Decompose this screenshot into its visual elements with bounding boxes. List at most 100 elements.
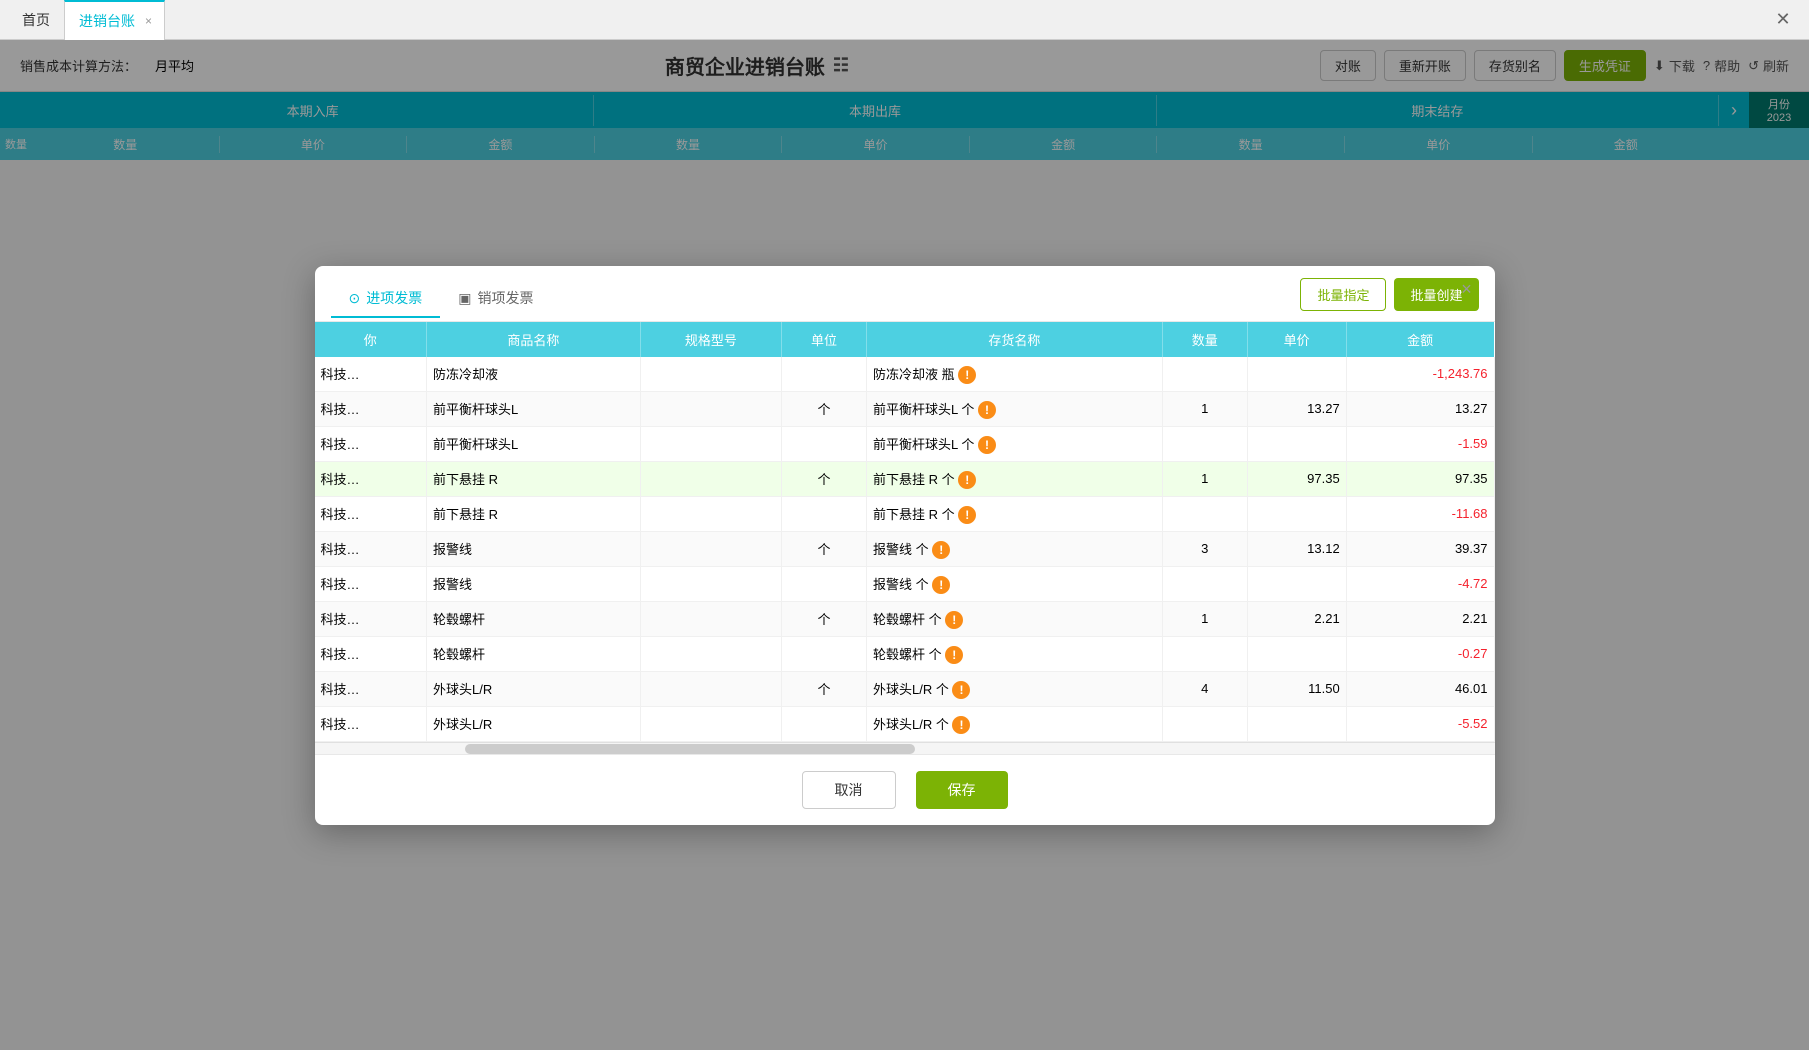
cell-unit-price (1247, 636, 1346, 671)
cell-inventory: 前下悬挂 R 个 ! (866, 496, 1162, 531)
cell-qty (1162, 706, 1247, 741)
warning-icon[interactable]: ! (978, 401, 996, 419)
cell-company: 科技… (315, 357, 427, 392)
cell-spec (640, 426, 781, 461)
cell-product: 轮毂螺杆 (427, 636, 641, 671)
cell-product: 防冻冷却液 (427, 357, 641, 392)
cell-inventory: 防冻冷却液 瓶 ! (866, 357, 1162, 392)
warning-icon[interactable]: ! (958, 506, 976, 524)
cell-company: 科技… (315, 391, 427, 426)
warning-icon[interactable]: ! (958, 366, 976, 384)
cell-amount: 2.21 (1346, 601, 1494, 636)
tab-purchase-invoice[interactable]: ⊙ 进项发票 (331, 280, 441, 318)
cell-unit-price (1247, 357, 1346, 392)
batch-assign-button[interactable]: 批量指定 (1300, 278, 1386, 311)
window-close-button[interactable]: ✕ (1769, 6, 1797, 34)
cell-amount: -1,243.76 (1346, 357, 1494, 392)
col-company: 你 (315, 322, 427, 357)
cell-company: 科技… (315, 636, 427, 671)
col-unit: 单位 (782, 322, 867, 357)
cell-unit-price (1247, 496, 1346, 531)
cell-amount: -1.59 (1346, 426, 1494, 461)
cell-company: 科技… (315, 601, 427, 636)
cell-inventory: 轮毂螺杆 个 ! (866, 636, 1162, 671)
cell-unit: 个 (782, 671, 867, 706)
cell-product: 前平衡杆球头L (427, 391, 641, 426)
table-row: 科技… 报警线 报警线 个 ! -4.72 (315, 566, 1495, 601)
table-row: 科技… 前下悬挂 R 个 前下悬挂 R 个 ! 1 97.35 97.35 (315, 461, 1495, 496)
cell-amount: -0.27 (1346, 636, 1494, 671)
table-row: 科技… 外球头L/R 个 外球头L/R 个 ! 4 11.50 46.01 (315, 671, 1495, 706)
warning-icon[interactable]: ! (945, 646, 963, 664)
cell-amount: -4.72 (1346, 566, 1494, 601)
cell-company: 科技… (315, 566, 427, 601)
cell-spec (640, 461, 781, 496)
modal-dialog: ⊙ 进项发票 ▣ 销项发票 批量指定 批量创建 × 你 (315, 266, 1495, 825)
table-row: 科技… 轮毂螺杆 轮毂螺杆 个 ! -0.27 (315, 636, 1495, 671)
cell-qty: 1 (1162, 461, 1247, 496)
cell-unit: 个 (782, 601, 867, 636)
table-row: 科技… 前平衡杆球头L 前平衡杆球头L 个 ! -1.59 (315, 426, 1495, 461)
cell-product: 前平衡杆球头L (427, 426, 641, 461)
scrollbar-thumb[interactable] (465, 744, 915, 754)
cell-amount: 39.37 (1346, 531, 1494, 566)
warning-icon[interactable]: ! (952, 681, 970, 699)
cell-inventory: 报警线 个 ! (866, 566, 1162, 601)
col-qty: 数量 (1162, 322, 1247, 357)
cell-inventory: 外球头L/R 个 ! (866, 706, 1162, 741)
table-scrollbar[interactable] (315, 742, 1495, 754)
cell-qty (1162, 357, 1247, 392)
cell-unit-price: 97.35 (1247, 461, 1346, 496)
invoice-table: 你 商品名称 规格型号 单位 存货名称 数量 单价 金额 科技… 防冻冷却液 (315, 322, 1495, 742)
cell-company: 科技… (315, 671, 427, 706)
cell-spec (640, 636, 781, 671)
cell-unit-price: 11.50 (1247, 671, 1346, 706)
cell-spec (640, 531, 781, 566)
warning-icon[interactable]: ! (945, 611, 963, 629)
cell-unit-price: 13.27 (1247, 391, 1346, 426)
tab-close-icon[interactable]: × (145, 1, 152, 41)
warning-icon[interactable]: ! (932, 541, 950, 559)
tab-home[interactable]: 首页 (8, 0, 64, 40)
warning-icon[interactable]: ! (952, 716, 970, 734)
cell-spec (640, 357, 781, 392)
tab-sales-invoice[interactable]: ▣ 销项发票 (440, 280, 551, 318)
cell-unit-price: 2.21 (1247, 601, 1346, 636)
cell-spec (640, 601, 781, 636)
cancel-button[interactable]: 取消 (802, 771, 896, 809)
cell-unit-price: 13.12 (1247, 531, 1346, 566)
cell-company: 科技… (315, 496, 427, 531)
save-button[interactable]: 保存 (916, 771, 1008, 809)
main-area: 销售成本计算方法： 月平均 商贸企业进销台账 ☷ 对账 重新开账 存货别名 生成… (0, 40, 1809, 1050)
cell-amount: -11.68 (1346, 496, 1494, 531)
warning-icon[interactable]: ! (932, 576, 950, 594)
cell-unit-price (1247, 706, 1346, 741)
cell-inventory: 前平衡杆球头L 个 ! (866, 426, 1162, 461)
cell-qty (1162, 426, 1247, 461)
tab-active-label: 进销台账 (79, 1, 135, 41)
cell-unit-price (1247, 426, 1346, 461)
col-unit-price: 单价 (1247, 322, 1346, 357)
tab-active[interactable]: 进销台账 × (64, 0, 165, 40)
table-row: 科技… 防冻冷却液 防冻冷却液 瓶 ! -1,243.76 (315, 357, 1495, 392)
cell-qty: 3 (1162, 531, 1247, 566)
cell-spec (640, 496, 781, 531)
cell-unit: 个 (782, 461, 867, 496)
cell-unit-price (1247, 566, 1346, 601)
warning-icon[interactable]: ! (958, 471, 976, 489)
cell-qty: 1 (1162, 601, 1247, 636)
table-header-row: 你 商品名称 规格型号 单位 存货名称 数量 单价 金额 (315, 322, 1495, 357)
col-amount: 金额 (1346, 322, 1494, 357)
col-product-name: 商品名称 (427, 322, 641, 357)
cell-qty (1162, 636, 1247, 671)
warning-icon[interactable]: ! (978, 436, 996, 454)
modal-table-wrapper[interactable]: 你 商品名称 规格型号 单位 存货名称 数量 单价 金额 科技… 防冻冷却液 (315, 322, 1495, 742)
cell-spec (640, 706, 781, 741)
cell-unit (782, 426, 867, 461)
modal-close-button[interactable]: × (1453, 276, 1481, 304)
cell-product: 报警线 (427, 566, 641, 601)
table-row: 科技… 前下悬挂 R 前下悬挂 R 个 ! -11.68 (315, 496, 1495, 531)
cell-unit (782, 357, 867, 392)
cell-spec (640, 566, 781, 601)
modal-footer: 取消 保存 (315, 754, 1495, 825)
